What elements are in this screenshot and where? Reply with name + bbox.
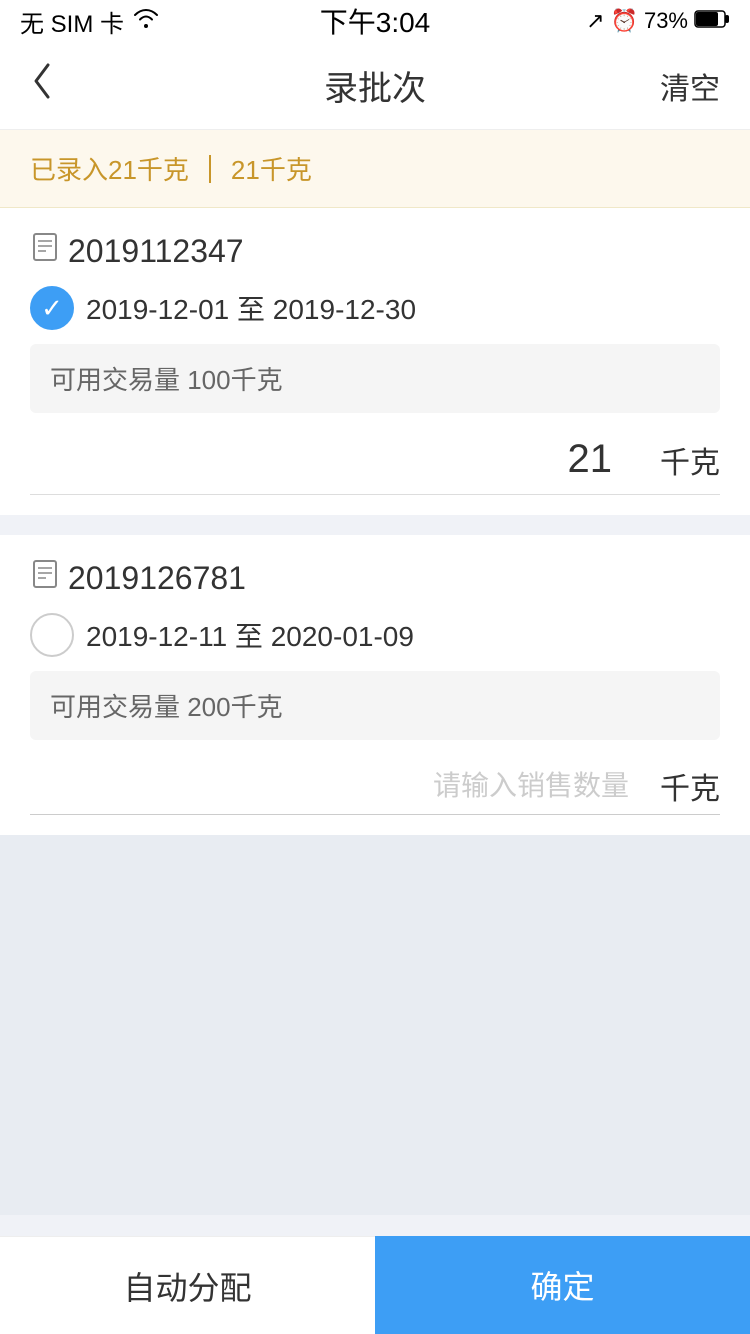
auto-distribute-button[interactable]: 自动分配: [0, 1236, 375, 1334]
card-bottom-space-1: [0, 495, 750, 515]
summary-label: 已录入21千克: [30, 150, 189, 187]
batch-card-1: 2019112347 ✓ 2019-12-01 至 2019-12-30 可用交…: [0, 208, 750, 515]
back-button[interactable]: [30, 61, 90, 110]
clear-button[interactable]: 清空: [660, 64, 720, 108]
batch-date-1: 2019-12-01 至 2019-12-30: [86, 288, 416, 328]
batch-header-2: 2019126781: [0, 535, 750, 607]
qty-unit-1: 千克: [660, 438, 720, 482]
batch-date-row-1: ✓ 2019-12-01 至 2019-12-30: [0, 280, 750, 340]
section-divider: [0, 515, 750, 535]
qty-input-row-2: 千克: [0, 754, 750, 808]
batch-date-2: 2019-12-11 至 2020-01-09: [86, 615, 414, 655]
batch-checkbox-2[interactable]: [30, 613, 74, 657]
bottom-buttons: 自动分配 确定: [0, 1236, 750, 1334]
page-title: 录批次: [324, 61, 426, 110]
wifi-icon: [132, 7, 160, 35]
qty-display-row-1: 21 千克: [30, 427, 720, 495]
summary-bar: 已录入21千克 21千克: [0, 130, 750, 208]
batch-header-1: 2019112347: [0, 208, 750, 280]
summary-value: 21千克: [231, 150, 312, 187]
batch-doc-icon-1: [30, 232, 60, 270]
status-time: 下午3:04: [320, 1, 431, 41]
checkmark-1: ✓: [41, 295, 63, 321]
bottom-area: [0, 835, 750, 1215]
battery-text: 73%: [644, 8, 688, 34]
card-bottom-space-2: [0, 815, 750, 835]
qty-value-1: 21: [568, 437, 613, 482]
summary-divider: [209, 155, 211, 183]
batch-number-1: 2019112347: [68, 233, 244, 270]
status-left: 无 SIM 卡: [20, 4, 160, 39]
location-icon: ↗: [586, 8, 604, 34]
status-bar: 无 SIM 卡 下午3:04 ↗ ⏰ 73%: [0, 0, 750, 42]
batch-number-2: 2019126781: [68, 560, 246, 597]
batch-doc-icon-2: [30, 559, 60, 597]
batch-checkbox-1[interactable]: ✓: [30, 286, 74, 330]
available-qty-1: 可用交易量 100千克: [30, 344, 720, 413]
available-qty-2: 可用交易量 200千克: [30, 671, 720, 740]
qty-unit-2: 千克: [660, 764, 720, 808]
batch-card-2: 2019126781 2019-12-11 至 2020-01-09 可用交易量…: [0, 535, 750, 835]
battery-icon: [694, 8, 730, 34]
nav-bar: 录批次 清空: [0, 42, 750, 130]
batch-date-row-2: 2019-12-11 至 2020-01-09: [0, 607, 750, 667]
qty-input-2[interactable]: [344, 770, 644, 802]
confirm-button[interactable]: 确定: [375, 1236, 750, 1334]
alarm-icon: ⏰: [611, 8, 638, 34]
status-right: ↗ ⏰ 73%: [586, 8, 730, 34]
no-sim-text: 无 SIM 卡: [20, 4, 124, 39]
